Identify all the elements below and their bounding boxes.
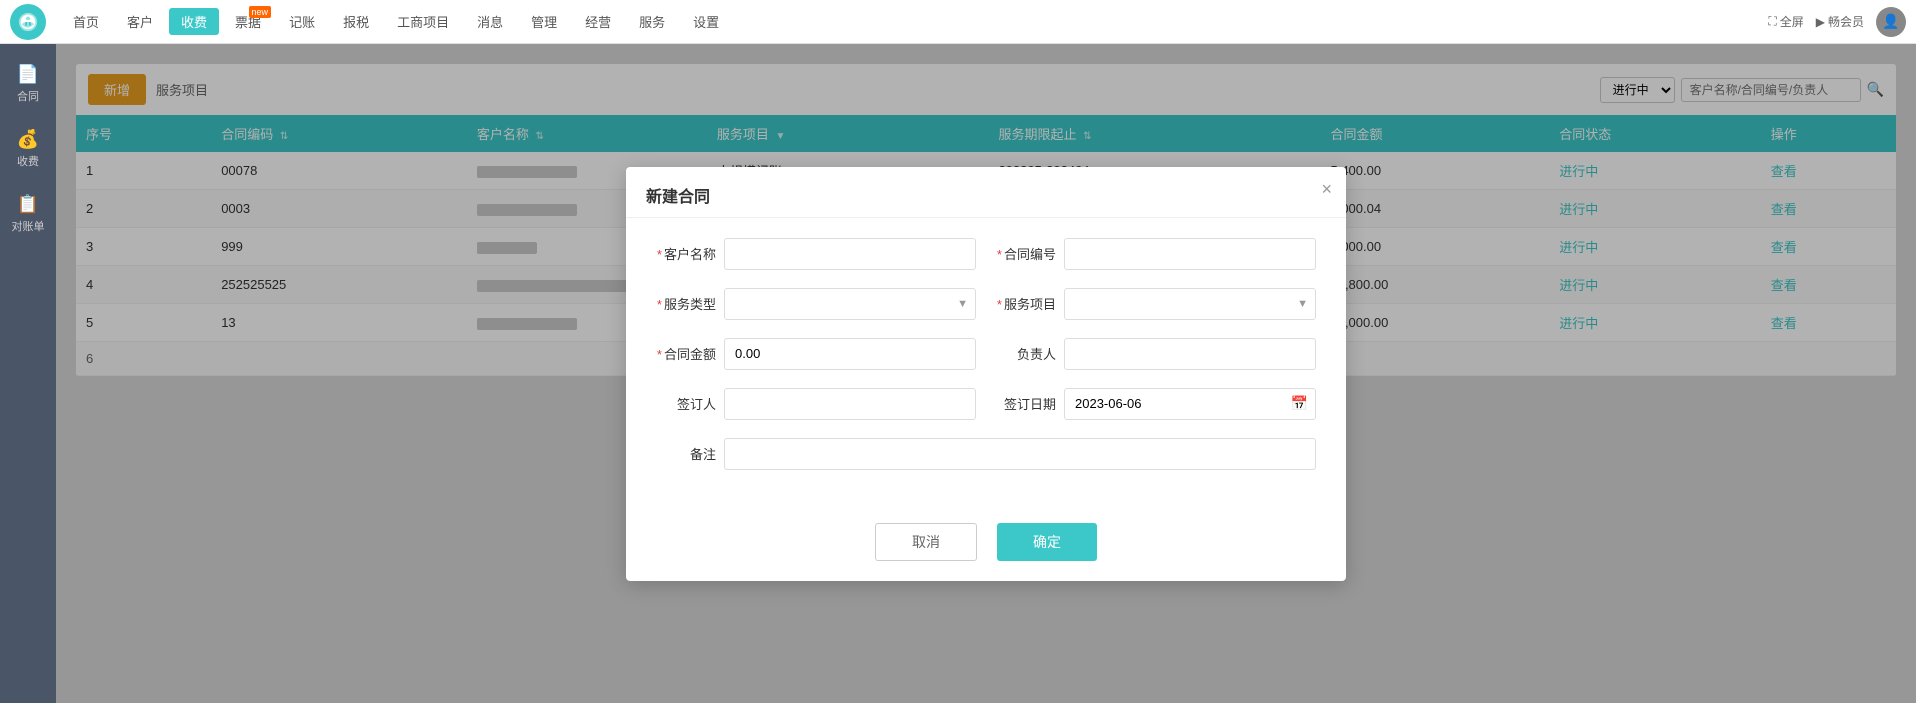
form-group-responsible: 负责人	[996, 338, 1316, 370]
nav-item-tax[interactable]: 报税	[331, 8, 381, 35]
modal-close-button[interactable]: ×	[1321, 179, 1332, 200]
new-badge: new	[249, 6, 272, 18]
responsible-input[interactable]	[1064, 338, 1316, 370]
form-group-amount: *合同金额	[656, 338, 976, 370]
customer-name-label: *客户名称	[656, 244, 716, 263]
nav-item-bookkeeping[interactable]: 记账	[277, 8, 327, 35]
required-star-4: *	[997, 297, 1002, 312]
form-group-service-item: *服务项目 ▼	[996, 288, 1316, 320]
sidebar-item-statement[interactable]: 📋 对账单	[0, 184, 56, 244]
statement-icon: 📋	[17, 194, 39, 215]
fullscreen-button[interactable]: ⛶ 全屏	[1768, 13, 1803, 30]
fee-icon: 💰	[17, 129, 39, 150]
form-group-note: 备注	[656, 438, 1316, 470]
form-group-customer: *客户名称	[656, 238, 976, 270]
sidebar-item-fee[interactable]: 💰 收费	[0, 119, 56, 179]
form-group-service-type: *服务类型 ▼	[656, 288, 976, 320]
form-row-3: *合同金额 负责人	[656, 338, 1316, 370]
service-item-select[interactable]	[1064, 288, 1316, 320]
top-nav-right: ⛶ 全屏 ▶ 畅会员 👤	[1768, 7, 1906, 37]
service-item-label: *服务项目	[996, 294, 1056, 313]
form-group-contract-no: *合同编号	[996, 238, 1316, 270]
service-item-select-wrap: ▼	[1064, 288, 1316, 320]
nav-items-container: 首页 客户 收费 票据 new 记账 报税 工商项目 消息 管理 经营 服务 设…	[61, 8, 1768, 35]
nav-item-settings[interactable]: 设置	[681, 8, 731, 35]
form-group-signer: 签订人	[656, 388, 976, 420]
sign-date-input-wrap: 📅	[1064, 388, 1316, 420]
main-layout: 📄 合同 💰 收费 📋 对账单 新增 服务项目 进行中 🔍	[0, 44, 1916, 703]
modal-footer: 取消 确定	[626, 508, 1346, 581]
sign-date-input[interactable]	[1064, 388, 1316, 420]
vip-icon: ▶	[1816, 15, 1825, 29]
form-group-sign-date: 签订日期 📅	[996, 388, 1316, 420]
nav-item-fee[interactable]: 收费	[169, 8, 219, 35]
content-area: 新增 服务项目 进行中 🔍 序号 合同编码 ⇅ 客户名称 ⇅	[56, 44, 1916, 703]
responsible-label: 负责人	[996, 344, 1056, 363]
modal-body: *客户名称 *合同编号	[626, 218, 1346, 508]
contract-no-input[interactable]	[1064, 238, 1316, 270]
service-type-select-wrap: ▼	[724, 288, 976, 320]
cancel-button[interactable]: 取消	[875, 523, 977, 561]
nav-item-manage[interactable]: 管理	[519, 8, 569, 35]
form-row-4: 签订人 签订日期 📅	[656, 388, 1316, 420]
confirm-button[interactable]: 确定	[997, 523, 1097, 561]
form-row-2: *服务类型 ▼ *服务项目	[656, 288, 1316, 320]
top-navigation: 首页 客户 收费 票据 new 记账 报税 工商项目 消息 管理 经营 服务 设…	[0, 0, 1916, 44]
modal-header: 新建合同 ×	[626, 167, 1346, 218]
nav-item-message[interactable]: 消息	[465, 8, 515, 35]
modal-overlay: 新建合同 × *客户名称 *合同编号	[56, 44, 1916, 703]
avatar[interactable]: 👤	[1876, 7, 1906, 37]
contract-amount-label: *合同金额	[656, 344, 716, 363]
signer-input[interactable]	[724, 388, 976, 420]
form-row-1: *客户名称 *合同编号	[656, 238, 1316, 270]
nav-item-invoice[interactable]: 票据 new	[223, 8, 273, 35]
contract-amount-input[interactable]	[724, 338, 976, 370]
sidebar-item-contract[interactable]: 📄 合同	[0, 54, 56, 114]
nav-item-operation[interactable]: 经营	[573, 8, 623, 35]
sign-date-label: 签订日期	[996, 394, 1056, 413]
sidebar: 📄 合同 💰 收费 📋 对账单	[0, 44, 56, 703]
customer-name-input[interactable]	[724, 238, 976, 270]
required-star: *	[657, 247, 662, 262]
modal-title: 新建合同	[646, 189, 710, 206]
required-star-5: *	[657, 347, 662, 362]
required-star-2: *	[997, 247, 1002, 262]
nav-item-service[interactable]: 服务	[627, 8, 677, 35]
form-row-5: 备注	[656, 438, 1316, 470]
nav-item-home[interactable]: 首页	[61, 8, 111, 35]
nav-item-industry[interactable]: 工商项目	[385, 8, 461, 35]
app-logo[interactable]	[10, 4, 46, 40]
note-input[interactable]	[724, 438, 1316, 470]
new-contract-modal: 新建合同 × *客户名称 *合同编号	[626, 167, 1346, 581]
fullscreen-icon: ⛶	[1768, 14, 1776, 29]
required-star-3: *	[657, 297, 662, 312]
nav-item-client[interactable]: 客户	[115, 8, 165, 35]
signer-label: 签订人	[656, 394, 716, 413]
contract-no-label: *合同编号	[996, 244, 1056, 263]
service-type-select[interactable]	[724, 288, 976, 320]
service-type-label: *服务类型	[656, 294, 716, 313]
note-label: 备注	[656, 444, 716, 463]
contract-icon: 📄	[17, 64, 39, 85]
vip-button[interactable]: ▶ 畅会员	[1816, 13, 1864, 30]
